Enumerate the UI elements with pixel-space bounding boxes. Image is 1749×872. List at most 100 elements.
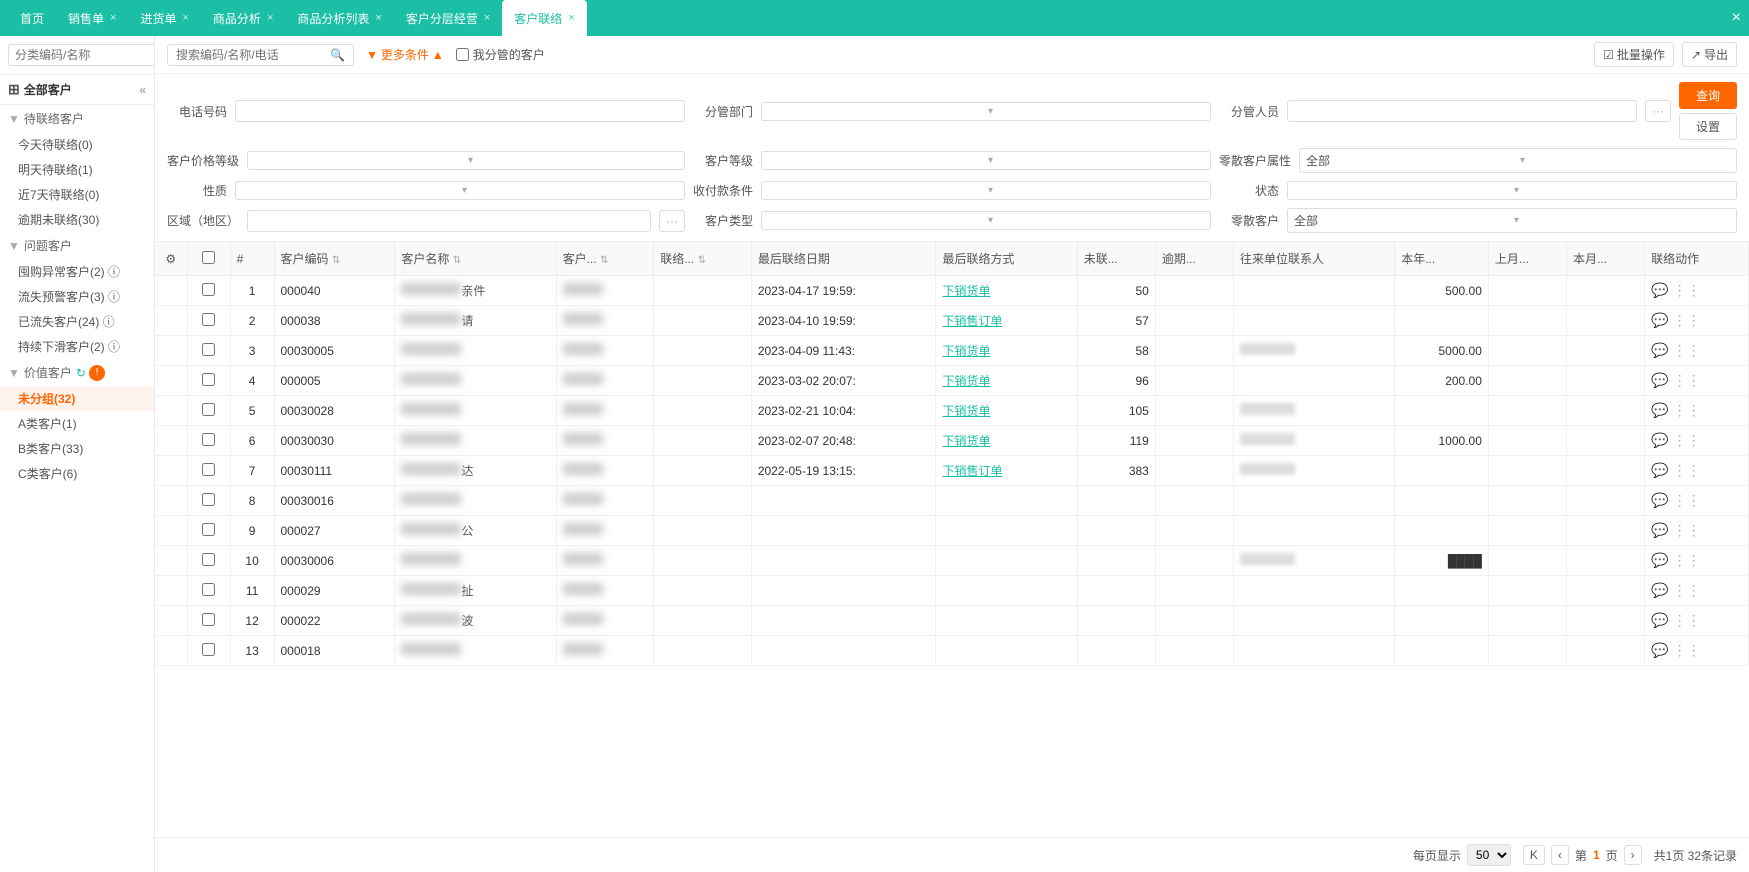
chat-icon[interactable]: 💬 [1651,462,1668,479]
nav-home[interactable]: 首页 [8,0,56,36]
row-checkbox-cell[interactable] [187,396,230,426]
chat-icon[interactable]: 💬 [1651,312,1668,329]
row-checkbox-cell[interactable] [187,606,230,636]
row-last-method[interactable]: 下销售订单 [936,306,1077,336]
more-icon[interactable]: ⋮⋮ [1673,642,1701,659]
row-last-method[interactable] [936,516,1077,546]
th-year[interactable]: 本年... [1395,242,1489,276]
reset-button[interactable]: 设置 [1679,113,1737,140]
nav-tab-analysis-list[interactable]: 商品分析列表 × [285,0,393,36]
row-last-method[interactable] [936,546,1077,576]
th-last-month[interactable]: 上月... [1488,242,1566,276]
sidebar-group-value[interactable]: ▼ 价值客户 ↻ ! [0,359,154,386]
sidebar-item-tomorrow[interactable]: 明天待联络(1) [0,157,154,182]
row-checkbox[interactable] [202,313,215,326]
row-last-method[interactable]: 下销货单 [936,366,1077,396]
nav-tab-purchase-close[interactable]: × [182,12,188,24]
filter-person-dots[interactable]: ··· [1645,100,1671,122]
sidebar-item-7days[interactable]: 近7天待联络(0) [0,182,154,207]
sidebar-item-class-b[interactable]: B类客户(33) [0,436,154,461]
refresh-icon[interactable]: ↻ [76,366,86,380]
row-last-method[interactable] [936,486,1077,516]
more-conditions-button[interactable]: ▼ 更多条件 ▲ [366,46,444,63]
th-checkbox[interactable] [187,242,230,276]
filter-dept-select[interactable]: ▾ [761,102,1211,121]
chat-icon[interactable]: 💬 [1651,372,1668,389]
query-button[interactable]: 查询 [1679,82,1737,109]
row-checkbox[interactable] [202,373,215,386]
close-all-button[interactable]: × [1732,9,1741,27]
row-checkbox-cell[interactable] [187,516,230,546]
row-last-method[interactable]: 下销货单 [936,426,1077,456]
filter-payment-select[interactable]: ▾ [761,181,1211,200]
chat-icon[interactable]: 💬 [1651,522,1668,539]
chat-icon[interactable]: 💬 [1651,282,1668,299]
filter-person-input[interactable] [1287,100,1637,122]
nav-tab-customer-segment-close[interactable]: × [484,12,490,24]
more-icon[interactable]: ⋮⋮ [1673,492,1701,509]
sidebar-item-abnormal[interactable]: 囤购异常客户(2) ⓘ [0,259,154,284]
filter-retail-customer-select[interactable]: 全部 ▾ [1287,208,1737,233]
my-customers-check[interactable] [456,48,469,61]
row-last-method[interactable] [936,636,1077,666]
chat-icon[interactable]: 💬 [1651,432,1668,449]
th-type[interactable]: 客户... ⇅ [556,242,654,276]
filter-search-icon[interactable]: 🔍 [330,48,345,62]
filter-search-input[interactable] [176,48,326,62]
th-last-date[interactable]: 最后联络日期 [751,242,936,276]
row-checkbox[interactable] [202,583,215,596]
row-checkbox-cell[interactable] [187,366,230,396]
row-checkbox-cell[interactable] [187,576,230,606]
row-checkbox[interactable] [202,283,215,296]
th-overdue[interactable]: 逾期... [1155,242,1233,276]
row-last-method[interactable]: 下销货单 [936,396,1077,426]
row-last-method[interactable]: 下销货单 [936,336,1077,366]
sidebar-item-class-a[interactable]: A类客户(1) [0,411,154,436]
nav-tab-analysis-close[interactable]: × [267,12,273,24]
filter-retail-attr-select[interactable]: 全部 ▾ [1299,148,1737,173]
export-button[interactable]: ↗ 导出 [1682,42,1737,67]
select-all-checkbox[interactable] [202,251,215,264]
row-last-method[interactable] [936,606,1077,636]
th-contact[interactable]: 联络... ⇅ [654,242,752,276]
row-last-method[interactable] [936,576,1077,606]
row-last-method[interactable]: 下销货单 [936,276,1077,306]
chat-icon[interactable]: 💬 [1651,402,1668,419]
row-checkbox-cell[interactable] [187,336,230,366]
nav-tab-customer-contact-close[interactable]: × [568,12,574,24]
nav-tab-customer-segment[interactable]: 客户分层经营 × [394,0,502,36]
row-checkbox[interactable] [202,403,215,416]
more-icon[interactable]: ⋮⋮ [1673,612,1701,629]
sidebar-item-declining[interactable]: 持续下滑客户(2) ⓘ [0,334,154,359]
filter-region-input[interactable] [247,210,651,232]
row-checkbox-cell[interactable] [187,306,230,336]
more-icon[interactable]: ⋮⋮ [1673,582,1701,599]
th-settings[interactable]: ⚙ [155,242,187,276]
nav-tab-customer-contact[interactable]: 客户联络 × [502,0,586,36]
sidebar-item-ungrouped[interactable]: 未分组(32) [0,386,154,411]
sidebar-item-today[interactable]: 今天待联络(0) [0,132,154,157]
row-checkbox-cell[interactable] [187,636,230,666]
row-checkbox-cell[interactable] [187,276,230,306]
row-last-method[interactable]: 下销售订单 [936,456,1077,486]
more-icon[interactable]: ⋮⋮ [1673,372,1701,389]
next-page-button[interactable]: › [1624,845,1642,865]
sidebar-item-overdue[interactable]: 逾期未联络(30) [0,207,154,232]
more-icon[interactable]: ⋮⋮ [1673,402,1701,419]
row-checkbox[interactable] [202,433,215,446]
th-name[interactable]: 客户名称 ⇅ [395,242,556,276]
nav-tab-sales[interactable]: 销售单 × [56,0,128,36]
chat-icon[interactable]: 💬 [1651,492,1668,509]
row-checkbox-cell[interactable] [187,456,230,486]
first-page-button[interactable]: K [1523,845,1545,865]
chat-icon[interactable]: 💬 [1651,582,1668,599]
chat-icon[interactable]: 💬 [1651,642,1668,659]
row-checkbox-cell[interactable] [187,426,230,456]
chat-icon[interactable]: 💬 [1651,552,1668,569]
sidebar-group-pending[interactable]: ▼ 待联络客户 [0,105,154,132]
more-icon[interactable]: ⋮⋮ [1673,462,1701,479]
prev-page-button[interactable]: ‹ [1551,845,1569,865]
nav-tab-analysis-list-close[interactable]: × [375,12,381,24]
th-last-method[interactable]: 最后联络方式 [936,242,1077,276]
more-icon[interactable]: ⋮⋮ [1673,522,1701,539]
